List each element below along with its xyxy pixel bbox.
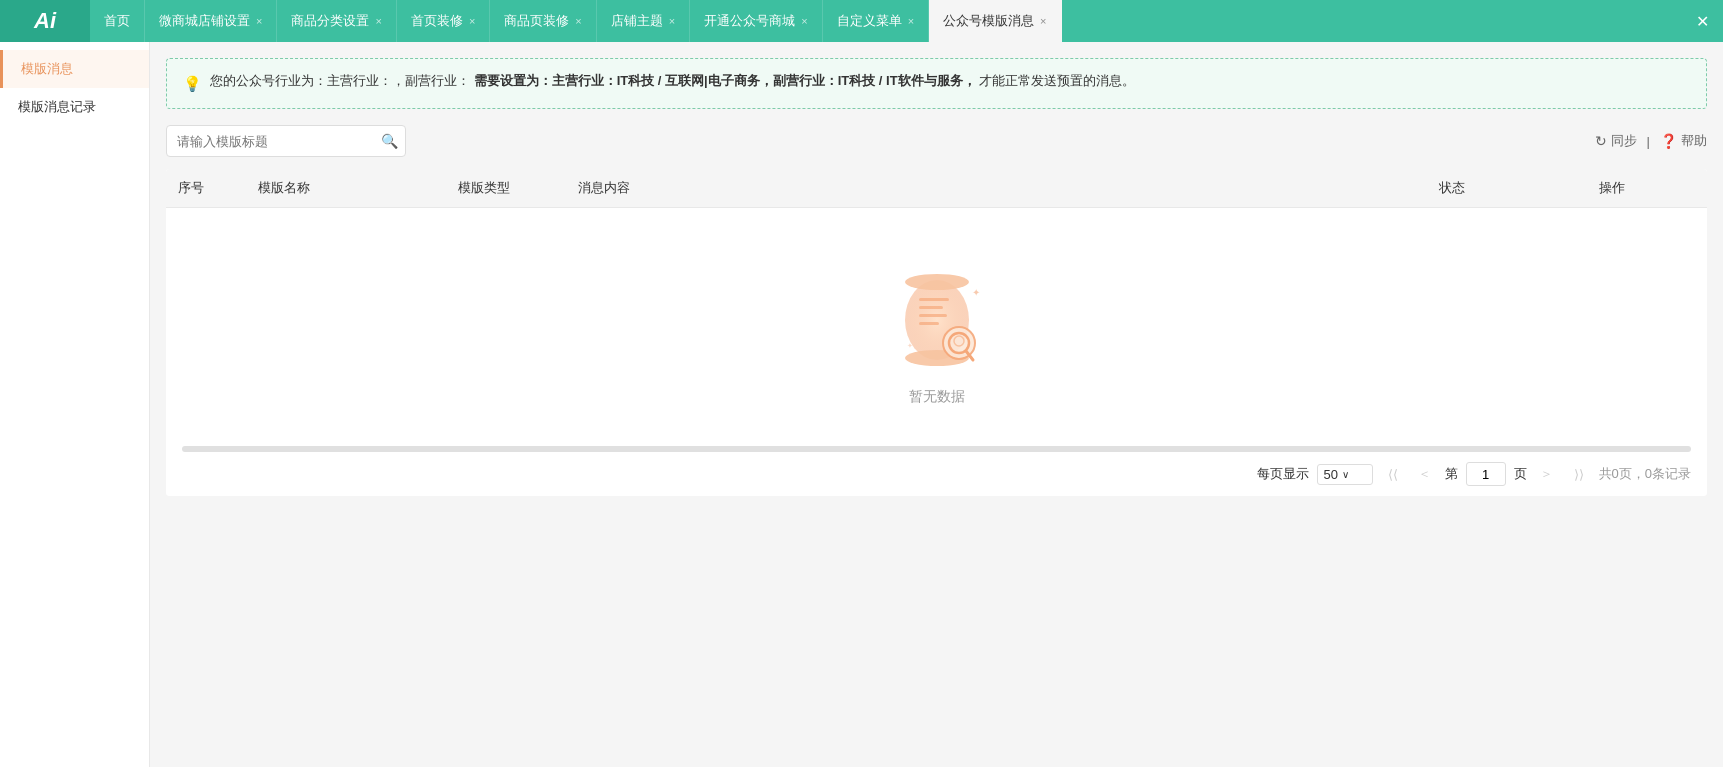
nav-tabs: 首页 微商城店铺设置 × 商品分类设置 × 首页装修 × 商品页装修 × 店铺主… — [90, 0, 1682, 42]
last-page-button[interactable]: ⟩⟩ — [1567, 462, 1591, 486]
search-icon[interactable]: 🔍 — [381, 133, 398, 149]
sync-icon: ↻ — [1595, 133, 1607, 149]
svg-point-1 — [905, 274, 969, 290]
sidebar-item-template-record[interactable]: 模版消息记录 — [0, 88, 149, 126]
page-unit: 页 — [1514, 465, 1527, 483]
logo: Ai — [0, 0, 90, 42]
close-tab-category[interactable]: × — [375, 15, 381, 27]
col-status: 状态 — [1427, 169, 1587, 207]
close-tab-template-msg[interactable]: × — [1040, 15, 1046, 27]
tab-home-decor[interactable]: 首页装修 × — [397, 0, 490, 42]
close-tab-open-mall[interactable]: × — [801, 15, 807, 27]
sidebar-item-template-msg[interactable]: 模版消息 — [0, 50, 149, 88]
tab-shop-theme[interactable]: 店铺主题 × — [597, 0, 690, 42]
total-info: 共0页，0条记录 — [1599, 465, 1691, 483]
search-input-wrap: 🔍 — [166, 125, 406, 157]
svg-rect-4 — [919, 306, 943, 309]
content-area: 💡 您的公众号行业为：主营行业：，副营行业： 需要设置为：主营行业：IT科技 /… — [150, 42, 1723, 767]
col-type: 模版类型 — [446, 169, 566, 207]
page-size-label: 每页显示 — [1257, 465, 1309, 483]
tab-category[interactable]: 商品分类设置 × — [277, 0, 396, 42]
col-name: 模版名称 — [246, 169, 446, 207]
svg-text:✦: ✦ — [972, 287, 980, 298]
page-size-select[interactable]: 50 ∨ — [1317, 464, 1373, 485]
page-number-input[interactable] — [1466, 462, 1506, 486]
search-actions: ↻ 同步 | ❓ 帮助 — [1595, 132, 1707, 150]
main-layout: 模版消息 模版消息记录 💡 您的公众号行业为：主营行业：，副营行业： 需要设置为… — [0, 42, 1723, 767]
tab-custom-menu[interactable]: 自定义菜单 × — [823, 0, 929, 42]
prev-page-button[interactable]: ＜ — [1413, 462, 1437, 486]
notice-banner: 💡 您的公众号行业为：主营行业：，副营行业： 需要设置为：主营行业：IT科技 /… — [166, 58, 1707, 109]
sync-button[interactable]: ↻ 同步 — [1595, 132, 1637, 150]
col-content: 消息内容 — [566, 169, 1427, 207]
svg-rect-6 — [919, 322, 939, 325]
help-icon: ❓ — [1660, 133, 1677, 149]
next-page-button[interactable]: ＞ — [1535, 462, 1559, 486]
table-header: 序号 模版名称 模版类型 消息内容 状态 操作 — [166, 169, 1707, 208]
notice-icon: 💡 — [183, 72, 202, 96]
sidebar: 模版消息 模版消息记录 — [0, 42, 150, 767]
tab-home[interactable]: 首页 — [90, 0, 145, 42]
data-table: 序号 模版名称 模版类型 消息内容 状态 操作 — [166, 169, 1707, 496]
tab-template-msg[interactable]: 公众号模版消息 × — [929, 0, 1061, 42]
close-tab-custom-menu[interactable]: × — [908, 15, 914, 27]
chevron-down-icon: ∨ — [1342, 469, 1349, 480]
close-tab-home-decor[interactable]: × — [469, 15, 475, 27]
empty-state: ✦ ✦ 暂无数据 — [166, 208, 1707, 446]
page-label: 第 — [1445, 465, 1458, 483]
tab-open-mall[interactable]: 开通公众号商城 × — [690, 0, 822, 42]
help-button[interactable]: ❓ 帮助 — [1660, 132, 1707, 150]
svg-rect-3 — [919, 298, 949, 301]
close-tab-product-decor[interactable]: × — [575, 15, 581, 27]
svg-rect-5 — [919, 314, 947, 317]
svg-text:✦: ✦ — [907, 342, 913, 349]
empty-text: 暂无数据 — [909, 388, 965, 406]
global-close-button[interactable]: ✕ — [1682, 12, 1723, 31]
pagination: 每页显示 50 ∨ ⟨⟨ ＜ 第 页 ＞ ⟩⟩ 共0页，0条记录 — [166, 452, 1707, 496]
horizontal-scrollbar[interactable] — [182, 446, 1691, 452]
close-tab-micro-shop[interactable]: × — [256, 15, 262, 27]
top-nav: Ai 首页 微商城店铺设置 × 商品分类设置 × 首页装修 × 商品页装修 × … — [0, 0, 1723, 42]
tab-micro-shop[interactable]: 微商城店铺设置 × — [145, 0, 277, 42]
first-page-button[interactable]: ⟨⟨ — [1381, 462, 1405, 486]
tab-product-decor[interactable]: 商品页装修 × — [490, 0, 596, 42]
col-index: 序号 — [166, 169, 246, 207]
close-tab-shop-theme[interactable]: × — [669, 15, 675, 27]
search-bar: 🔍 ↻ 同步 | ❓ 帮助 — [166, 125, 1707, 157]
col-action: 操作 — [1587, 169, 1707, 207]
empty-illustration: ✦ ✦ — [877, 268, 997, 388]
search-input[interactable] — [166, 125, 406, 157]
